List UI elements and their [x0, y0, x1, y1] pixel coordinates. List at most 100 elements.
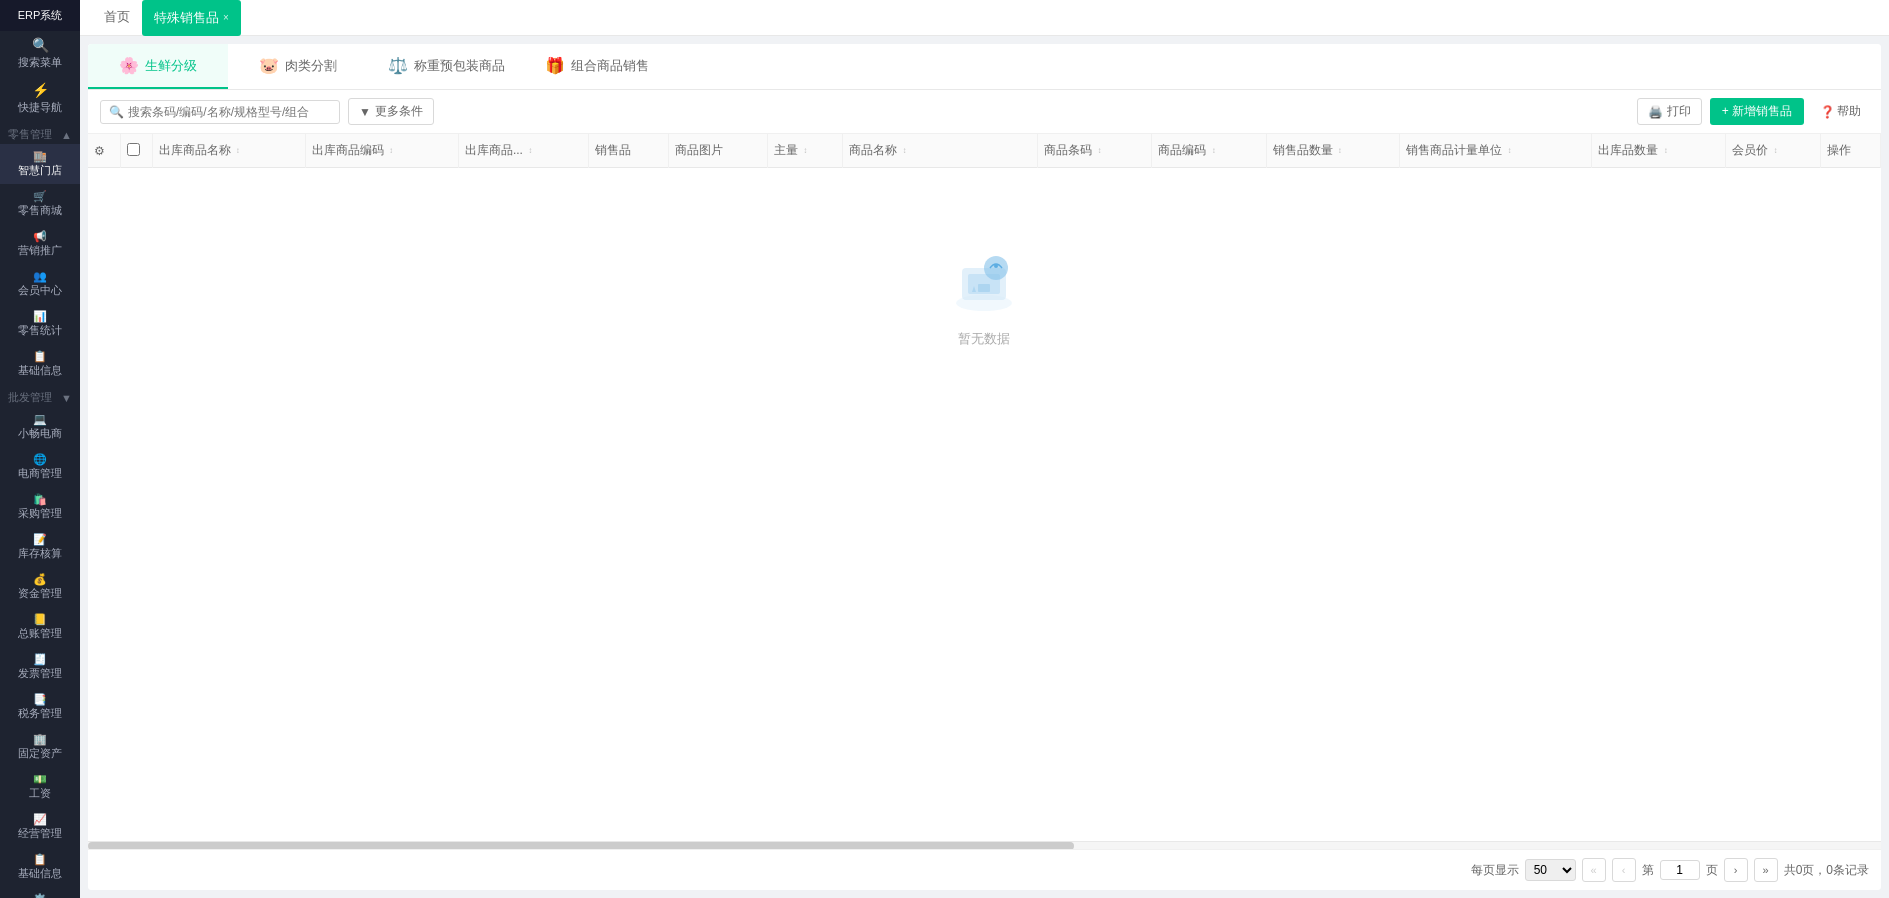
- sidebar-item-micro-store[interactable]: 💻 小畅电商: [0, 407, 80, 447]
- page-input[interactable]: [1660, 860, 1700, 880]
- svg-point-4: [994, 264, 998, 268]
- toolbar-right: 🖨️ 打印 + 新增销售品 ❓ 帮助: [1637, 98, 1869, 125]
- sidebar-item-inventory[interactable]: 📝 库存核算: [0, 527, 80, 567]
- empty-state-row: 暂无数据: [88, 168, 1881, 429]
- sidebar-logo: ERP系统: [0, 0, 80, 31]
- col-actions: 操作: [1820, 134, 1880, 168]
- col-out-product-extra[interactable]: 出库商品... ↕: [458, 134, 588, 168]
- sidebar-item-ecommerce[interactable]: 🌐 电商管理: [0, 447, 80, 487]
- col-label: 商品条码: [1044, 143, 1092, 157]
- col-label: 主量: [774, 143, 798, 157]
- per-page-select[interactable]: 50 10 20 100: [1525, 859, 1576, 881]
- sidebar-item-tax[interactable]: 📑 税务管理: [0, 687, 80, 727]
- sidebar-item-fixed-assets[interactable]: 🏢 固定资产: [0, 727, 80, 767]
- sidebar-item-member-center[interactable]: 👥 会员中心: [0, 264, 80, 304]
- sidebar-item-invoice[interactable]: 🧾 发票管理: [0, 647, 80, 687]
- sidebar-item-ledger[interactable]: 📒 总账管理: [0, 607, 80, 647]
- sidebar-wholesale-mgmt[interactable]: 批发管理 ▼: [0, 384, 80, 407]
- nav-active-tab[interactable]: 特殊销售品 ×: [142, 0, 241, 36]
- col-product-image[interactable]: 商品图片: [668, 134, 767, 168]
- col-product-name[interactable]: 商品名称 ↕: [843, 134, 1038, 168]
- tab-weigh-pack[interactable]: ⚖️ 称重预包装商品: [368, 44, 525, 89]
- lightning-icon: ⚡: [32, 82, 49, 98]
- sidebar-item-basic-info2[interactable]: 📋 基础信息: [0, 847, 80, 887]
- print-button[interactable]: 🖨️ 打印: [1637, 98, 1702, 125]
- purchase-icon: 🛍️: [33, 493, 47, 506]
- col-sale-unit[interactable]: 销售商品计量单位 ↕: [1400, 134, 1592, 168]
- col-label: 销售商品计量单位: [1406, 143, 1502, 157]
- sidebar-item-label: 库存核算: [18, 546, 62, 561]
- print-label: 打印: [1667, 103, 1691, 120]
- sidebar-section-label: 零售管理: [8, 127, 52, 142]
- horizontal-scrollbar[interactable]: [88, 841, 1881, 849]
- page-suffix: 页: [1706, 862, 1718, 879]
- col-member-price[interactable]: 会员价 ↕: [1726, 134, 1821, 168]
- capital-icon: 💰: [33, 573, 47, 586]
- nav-home[interactable]: 首页: [92, 0, 142, 36]
- tab-label: 组合商品销售: [571, 57, 649, 75]
- sidebar-item-purchase[interactable]: 🛍️ 采购管理: [0, 487, 80, 527]
- tab-label: 称重预包装商品: [414, 57, 505, 75]
- col-out-product-name[interactable]: 出库商品名称 ↕: [152, 134, 305, 168]
- basic2-icon: 📋: [33, 853, 47, 866]
- first-page-button[interactable]: «: [1582, 858, 1606, 882]
- col-label: 出库商品...: [465, 143, 523, 157]
- tab-label: 生鲜分级: [145, 57, 197, 75]
- sidebar-item-system[interactable]: ⚙️ 系统管理: [0, 887, 80, 898]
- help-button[interactable]: ❓ 帮助: [1812, 99, 1869, 124]
- micro-icon: 💻: [33, 413, 47, 426]
- empty-state: 暂无数据: [88, 168, 1881, 428]
- sidebar: ERP系统 🔍 搜索菜单 ⚡ 快捷导航 零售管理 ▲ 🏬 智慧门店 🛒 零售商城…: [0, 0, 80, 898]
- sort-icon: ↕: [1664, 146, 1668, 155]
- col-settings[interactable]: ⚙: [88, 134, 120, 168]
- tab-fresh-grade[interactable]: 🌸 生鲜分级: [88, 44, 228, 89]
- sidebar-item-smart-store[interactable]: 🏬 智慧门店: [0, 144, 80, 184]
- tab-meat-cut[interactable]: 🐷 肉类分割: [228, 44, 368, 89]
- operations-icon: 📈: [33, 813, 47, 826]
- col-product-barcode[interactable]: 商品条码 ↕: [1038, 134, 1152, 168]
- search-icon: 🔍: [32, 37, 49, 53]
- sort-icon: ↕: [1508, 146, 1512, 155]
- sidebar-item-search-menu[interactable]: 🔍 搜索菜单: [0, 31, 80, 76]
- select-all-checkbox[interactable]: [127, 143, 140, 156]
- col-product-code[interactable]: 商品编码 ↕: [1152, 134, 1266, 168]
- col-label: 商品名称: [849, 143, 897, 157]
- table-body: 暂无数据: [88, 168, 1881, 429]
- filter-button[interactable]: ▼ 更多条件: [348, 98, 434, 125]
- prev-page-button[interactable]: ‹: [1612, 858, 1636, 882]
- sidebar-item-label: 小畅电商: [18, 426, 62, 441]
- sidebar-item-basic-info[interactable]: 📋 基础信息: [0, 344, 80, 384]
- sort-icon: ↕: [528, 146, 532, 155]
- add-sale-product-button[interactable]: + 新增销售品: [1710, 98, 1804, 125]
- filter-icon: ▼: [359, 105, 371, 119]
- col-out-product-code[interactable]: 出库商品编码 ↕: [305, 134, 458, 168]
- last-page-button[interactable]: »: [1754, 858, 1778, 882]
- salary-icon: 💵: [33, 773, 47, 786]
- basic-icon: 📋: [33, 350, 47, 363]
- sidebar-item-capital[interactable]: 💰 资金管理: [0, 567, 80, 607]
- total-label: 共0页，0条记录: [1784, 862, 1869, 879]
- data-table: ⚙ 出库商品名称 ↕ 出库商品编码 ↕: [88, 134, 1881, 428]
- search-box[interactable]: 🔍: [100, 100, 340, 124]
- tab-close-icon[interactable]: ×: [223, 12, 229, 23]
- member-icon: 👥: [33, 270, 47, 283]
- sidebar-item-retail-stats[interactable]: 📊 零售统计: [0, 304, 80, 344]
- sidebar-item-operations[interactable]: 📈 经营管理: [0, 807, 80, 847]
- col-sale-product[interactable]: 销售品: [589, 134, 669, 168]
- search-input[interactable]: [128, 105, 331, 119]
- next-page-button[interactable]: ›: [1724, 858, 1748, 882]
- sort-icon: ↕: [903, 146, 907, 155]
- sidebar-item-label: 零售统计: [18, 323, 62, 338]
- table-container: ⚙ 出库商品名称 ↕ 出库商品编码 ↕: [88, 134, 1881, 841]
- toolbar: 🔍 ▼ 更多条件 🖨️ 打印 + 新增销售品 ❓ 帮助: [88, 90, 1881, 134]
- sidebar-item-retail-mall[interactable]: 🛒 零售商城: [0, 184, 80, 224]
- col-out-qty[interactable]: 出库品数量 ↕: [1592, 134, 1726, 168]
- sidebar-retail-mgmt[interactable]: 零售管理 ▲: [0, 121, 80, 144]
- sidebar-item-salary[interactable]: 💵 工资: [0, 767, 80, 807]
- col-main-weight[interactable]: 主量 ↕: [767, 134, 842, 168]
- col-checkbox[interactable]: [120, 134, 152, 168]
- tab-combo-sale[interactable]: 🎁 组合商品销售: [525, 44, 669, 89]
- col-sale-qty[interactable]: 销售品数量 ↕: [1266, 134, 1400, 168]
- sidebar-item-quick-nav[interactable]: ⚡ 快捷导航: [0, 76, 80, 121]
- sidebar-item-marketing[interactable]: 📢 营销推广: [0, 224, 80, 264]
